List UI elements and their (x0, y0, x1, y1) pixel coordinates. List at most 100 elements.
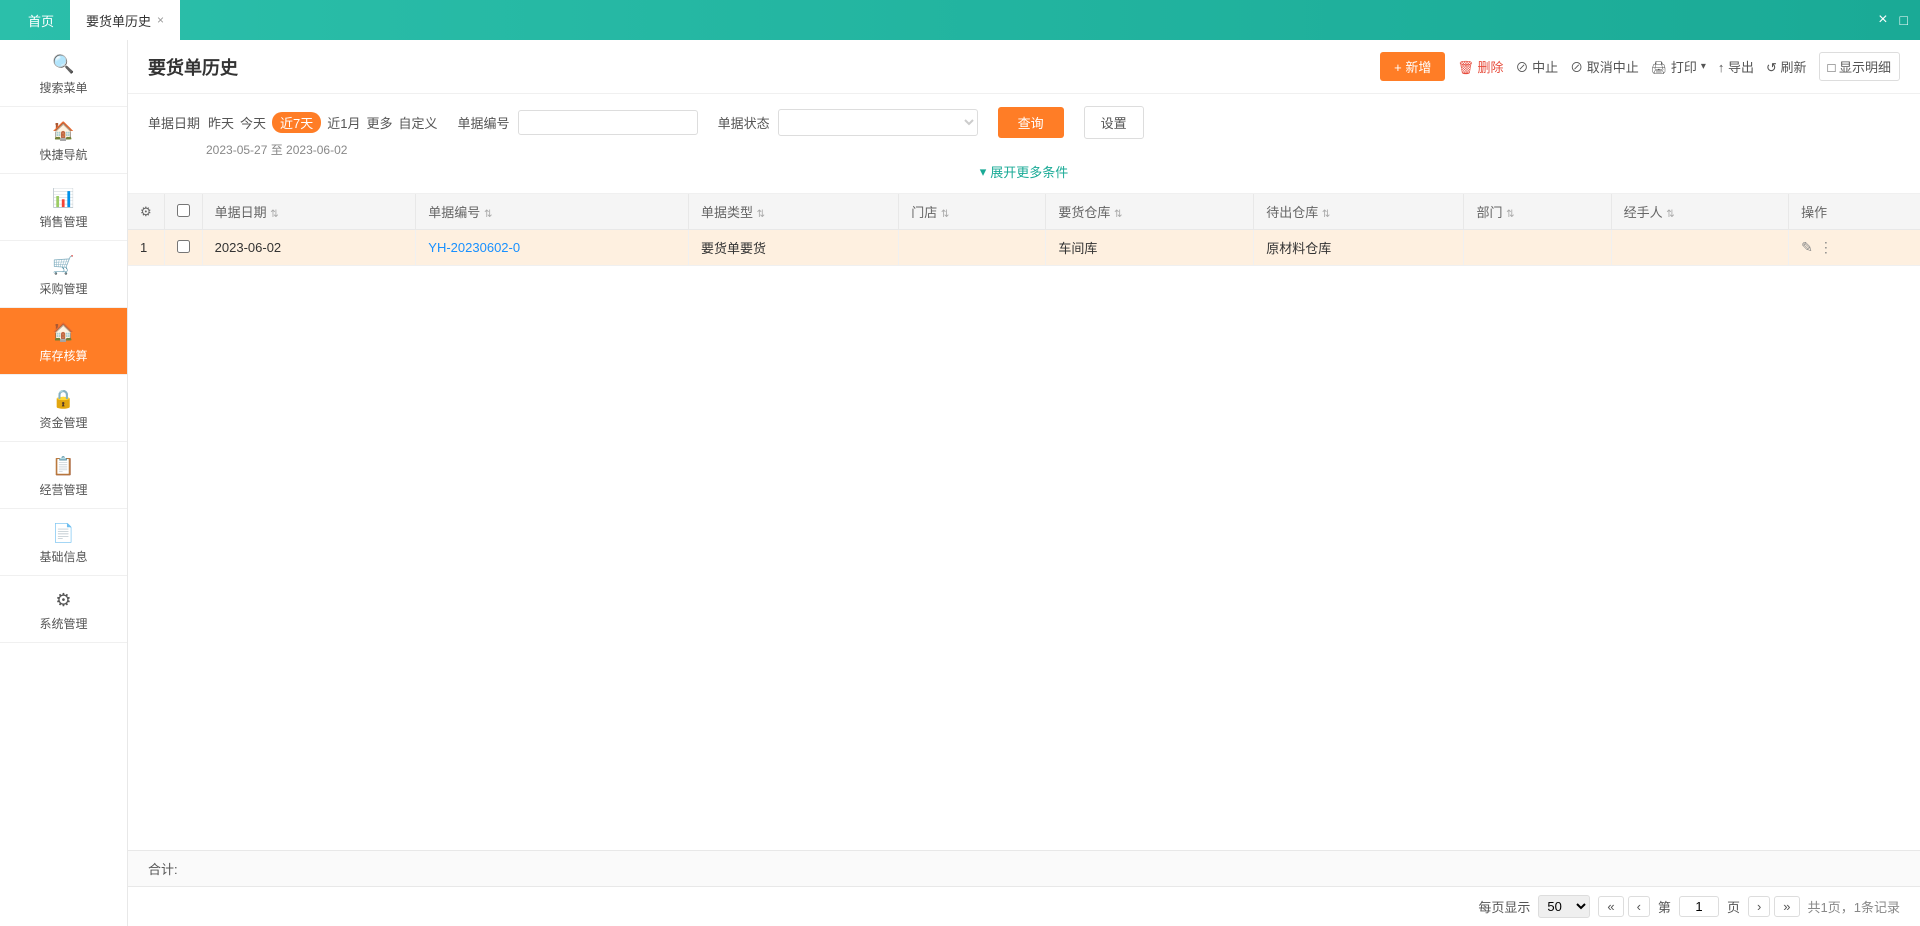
tab-doc-history-label: 要货单历史 (86, 11, 151, 30)
next-page-button[interactable]: › (1748, 896, 1770, 917)
sidebar-item-finance[interactable]: 🔒 资金管理 (0, 375, 127, 442)
col-store[interactable]: 门店 ⇅ (899, 194, 1046, 230)
print-button[interactable]: 🖨 打印 ▾ (1651, 57, 1706, 76)
expand-more-btn[interactable]: ▾ 展开更多条件 (148, 158, 1900, 185)
system-icon: ⚙ (55, 590, 71, 611)
sidebar-item-operations-label: 经营管理 (39, 481, 87, 498)
page-title: 要货单历史 (148, 54, 1380, 80)
cancel-stop-button[interactable]: ⊘ 取消中止 (1570, 57, 1639, 76)
sort-icon-store: ⇅ (941, 209, 949, 220)
print-button-label: 🖨 打印 (1651, 57, 1697, 76)
sort-icon-req-warehouse: ⇅ (1114, 209, 1122, 220)
window-close-btn[interactable]: × (1878, 11, 1887, 29)
sidebar-item-purchase[interactable]: 🛒 采购管理 (0, 241, 127, 308)
pagination-bar: 每页显示 50 10 20 100 « ‹ 第 页 › » 共1页，1条记录 (128, 886, 1920, 926)
sidebar-item-operations[interactable]: 📋 经营管理 (0, 442, 127, 509)
date-1month[interactable]: 近1月 (327, 113, 360, 132)
sort-icon-doc-no: ⇅ (484, 209, 492, 220)
stop-button[interactable]: ⊘ 中止 (1515, 57, 1558, 76)
operations-icon: 📋 (52, 456, 74, 477)
date-7days[interactable]: 近7天 (272, 112, 321, 133)
sidebar-item-base-info-label: 基础信息 (39, 548, 87, 565)
row-checkbox[interactable] (177, 240, 190, 253)
top-bar: 首页 要货单历史 × × □ (0, 0, 1920, 40)
sidebar-item-search-menu[interactable]: 🔍 搜索菜单 (0, 40, 127, 107)
select-all-checkbox[interactable] (177, 204, 190, 217)
tab-doc-history[interactable]: 要货单历史 × (70, 0, 180, 40)
filter-row: 单据日期 昨天 今天 近7天 近1月 更多 自定义 单据编号 (148, 106, 1900, 139)
row-checkbox-cell (164, 230, 202, 266)
page-size-select[interactable]: 50 10 20 100 (1538, 895, 1590, 918)
show-detail-button[interactable]: □ 显示明细 (1819, 52, 1900, 81)
sort-icon-handler: ⇅ (1666, 209, 1674, 220)
page-nav: « ‹ 第 页 › » (1598, 896, 1799, 917)
tab-home[interactable]: 首页 (12, 0, 70, 40)
col-actions: 操作 (1789, 194, 1920, 230)
top-bar-right: × □ (1878, 11, 1908, 29)
edit-action-icon[interactable]: ✎ (1801, 239, 1813, 256)
sidebar-item-sales[interactable]: 📊 销售管理 (0, 174, 127, 241)
show-detail-button-label: □ 显示明细 (1828, 57, 1891, 76)
row-pending-warehouse: 原材料仓库 (1254, 230, 1464, 266)
last-page-button[interactable]: » (1774, 896, 1799, 917)
query-button-label: 查询 (1018, 116, 1044, 131)
refresh-button-label: ↺ 刷新 (1766, 57, 1807, 76)
more-action-icon[interactable]: ⋮ (1819, 239, 1833, 256)
settings-button[interactable]: 设置 (1084, 106, 1144, 139)
export-button[interactable]: ↑ 导出 (1718, 57, 1754, 76)
tab-home-label: 首页 (28, 11, 54, 30)
sidebar-item-quick-nav[interactable]: 🏠 快捷导航 (0, 107, 127, 174)
sidebar-item-base-info[interactable]: 📄 基础信息 (0, 509, 127, 576)
query-button[interactable]: 查询 (998, 107, 1064, 138)
sidebar-item-search-menu-label: 搜索菜单 (39, 79, 87, 96)
page-total-info: 共1页，1条记录 (1808, 897, 1900, 916)
col-doc-no[interactable]: 单据编号 ⇅ (416, 194, 689, 230)
col-doc-date[interactable]: 单据日期 ⇅ (202, 194, 416, 230)
date-yesterday[interactable]: 昨天 (208, 113, 234, 132)
col-req-warehouse[interactable]: 要货仓库 ⇅ (1046, 194, 1254, 230)
page-number-input[interactable] (1679, 896, 1719, 917)
tab-close-icon[interactable]: × (157, 13, 164, 27)
date-filter-label: 单据日期 (148, 113, 200, 132)
expand-more-label: 展开更多条件 (990, 162, 1068, 181)
status-select[interactable] (778, 109, 978, 136)
docno-filter-group: 单据编号 (458, 110, 698, 135)
new-button-label: + 新增 (1394, 57, 1431, 76)
table-area: ⚙ 单据日期 ⇅ 单据编号 ⇅ 单据类型 (128, 194, 1920, 850)
doc-no-link[interactable]: YH-20230602-0 (428, 240, 520, 255)
sidebar-item-system[interactable]: ⚙ 系统管理 (0, 576, 127, 643)
date-more[interactable]: 更多 (367, 113, 393, 132)
quick-nav-icon: 🏠 (52, 121, 74, 142)
col-dept[interactable]: 部门 ⇅ (1464, 194, 1611, 230)
row-doc-no[interactable]: YH-20230602-0 (416, 230, 689, 266)
row-doc-date: 2023-06-02 (202, 230, 416, 266)
delete-button[interactable]: 🗑 删除 (1457, 57, 1503, 76)
prev-page-button[interactable]: ‹ (1628, 896, 1650, 917)
row-no: 1 (128, 230, 164, 266)
new-button[interactable]: + 新增 (1380, 52, 1445, 81)
docno-input[interactable] (518, 110, 698, 135)
date-range-display: 2023-05-27 至 2023-06-02 (206, 141, 1900, 158)
date-today[interactable]: 今天 (240, 113, 266, 132)
content-area: 要货单历史 + 新增 🗑 删除 ⊘ 中止 ⊘ 取消中止 🖨 打印 ▾ (128, 40, 1920, 926)
sort-icon-dept: ⇅ (1506, 209, 1514, 220)
page-header: 要货单历史 + 新增 🗑 删除 ⊘ 中止 ⊘ 取消中止 🖨 打印 ▾ (128, 40, 1920, 94)
sidebar-item-purchase-label: 采购管理 (39, 280, 87, 297)
stop-button-label: ⊘ 中止 (1515, 57, 1558, 76)
finance-icon: 🔒 (52, 389, 74, 410)
col-pending-warehouse[interactable]: 待出仓库 ⇅ (1254, 194, 1464, 230)
cancel-stop-button-label: ⊘ 取消中止 (1570, 57, 1639, 76)
col-settings[interactable]: ⚙ (128, 194, 164, 230)
date-custom[interactable]: 自定义 (399, 113, 438, 132)
row-actions-cell: ✎ ⋮ (1789, 230, 1920, 266)
sort-icon-doc-date: ⇅ (270, 209, 278, 220)
refresh-button[interactable]: ↺ 刷新 (1766, 57, 1807, 76)
filter-area: 单据日期 昨天 今天 近7天 近1月 更多 自定义 单据编号 (128, 94, 1920, 194)
window-maximize-btn[interactable]: □ (1900, 12, 1908, 28)
sidebar-item-inventory[interactable]: 🏠 库存核算 (0, 308, 127, 375)
col-handler[interactable]: 经手人 ⇅ (1611, 194, 1789, 230)
row-handler (1611, 230, 1789, 266)
row-dept (1464, 230, 1611, 266)
col-doc-type[interactable]: 单据类型 ⇅ (689, 194, 899, 230)
first-page-button[interactable]: « (1598, 896, 1623, 917)
